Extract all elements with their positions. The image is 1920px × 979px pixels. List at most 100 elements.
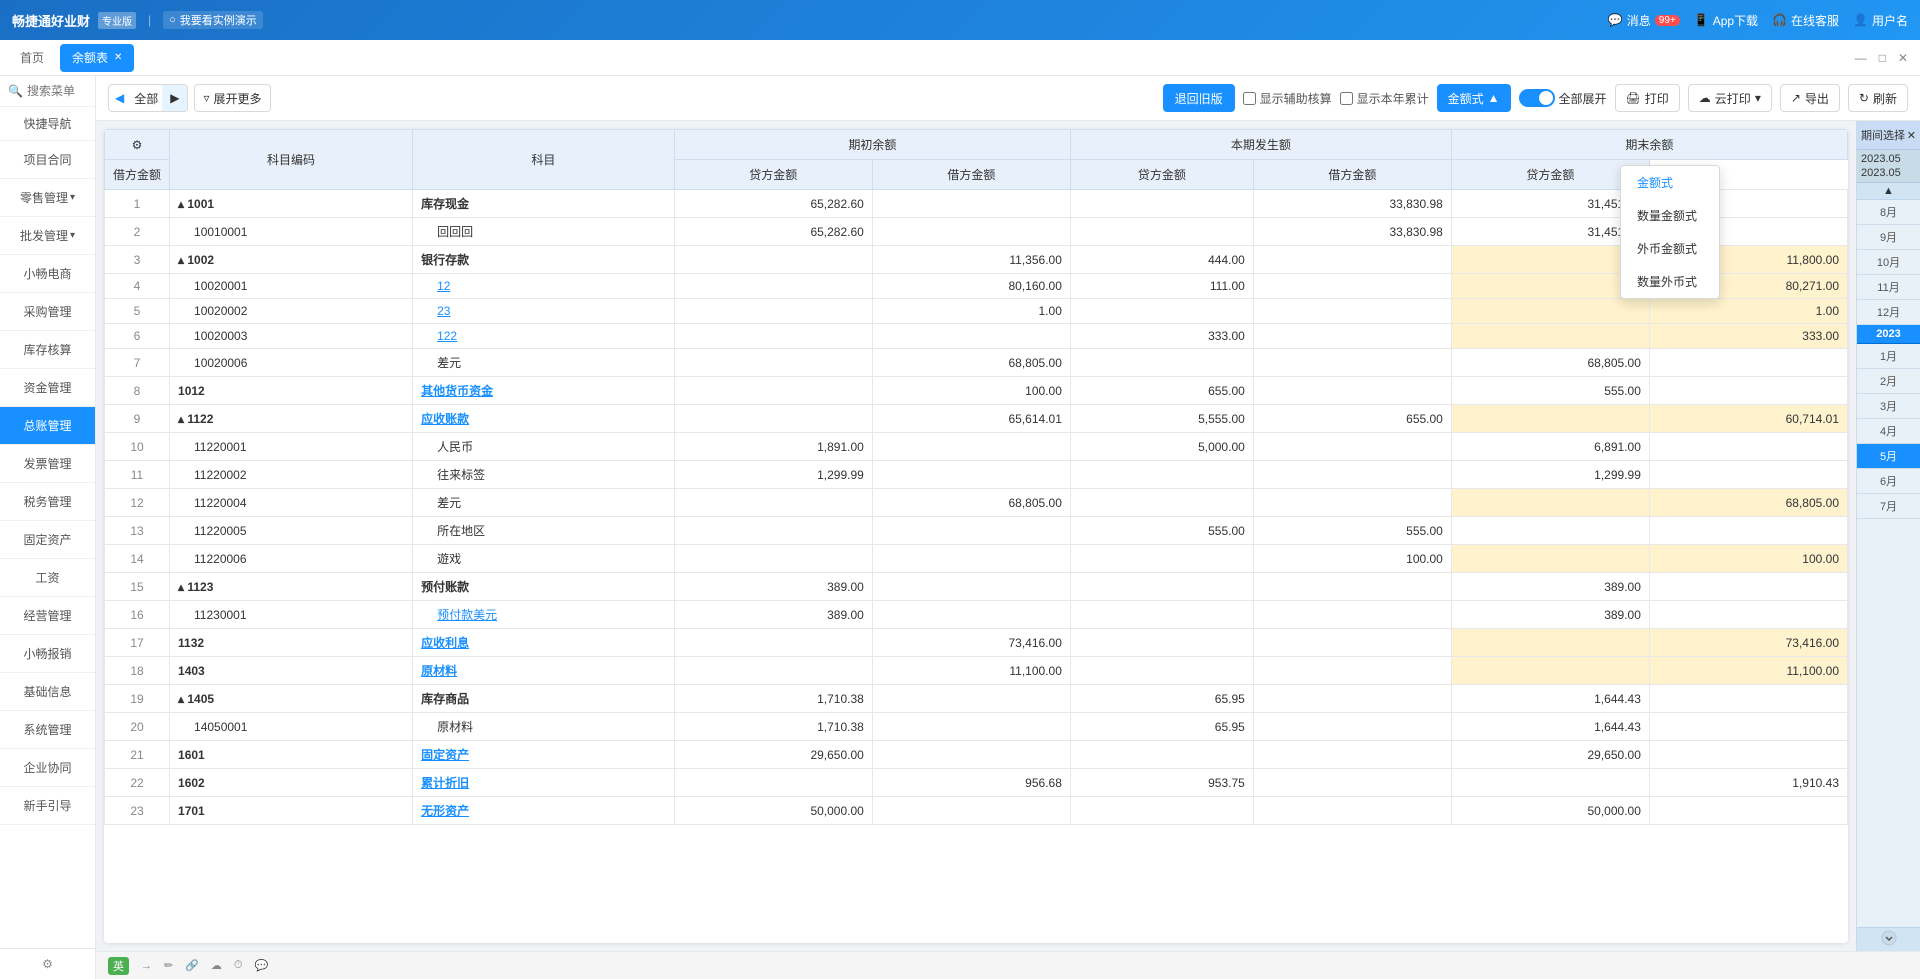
table-row[interactable]: 19▴ 1405库存商品1,710.3865.951,644.43 xyxy=(105,685,1848,713)
table-row[interactable]: 9▴ 1122应收账款65,614.015,555.00655.0060,714… xyxy=(105,405,1848,433)
scroll-down-btn[interactable] xyxy=(1857,927,1920,951)
period-7[interactable]: 7月 xyxy=(1857,494,1920,519)
cell-subject[interactable]: 累计折旧 xyxy=(413,769,675,797)
table-row[interactable]: 3▴ 1002银行存款11,356.00444.0011,800.00 xyxy=(105,246,1848,274)
sidebar-item-system[interactable]: 系统管理 xyxy=(0,711,95,749)
table-row[interactable]: 210010001回回回65,282.6033,830.9831,451.62 xyxy=(105,218,1848,246)
table-row[interactable]: 15▴ 1123预付账款389.00389.00 xyxy=(105,573,1848,601)
search-suffix-btn[interactable]: ▶ xyxy=(162,85,187,111)
tab-minimize[interactable]: — xyxy=(1851,51,1871,65)
app-download-button[interactable]: 📱 App下载 xyxy=(1694,12,1758,29)
tab-home[interactable]: 首页 xyxy=(8,44,56,72)
sidebar-item-ecommerce[interactable]: 小畅电商 xyxy=(0,255,95,293)
bottom-icon-cloud[interactable]: ☁ xyxy=(211,959,222,972)
period-12[interactable]: 12月 xyxy=(1857,300,1920,325)
table-row[interactable]: 211601固定资产29,650.0029,650.00 xyxy=(105,741,1848,769)
cell-subject[interactable]: 应收利息 xyxy=(413,629,675,657)
assist-checkbox-input[interactable] xyxy=(1243,92,1256,105)
cell-subject[interactable]: 23 xyxy=(413,299,675,324)
period-10[interactable]: 10月 xyxy=(1857,250,1920,275)
dropdown-item-amount[interactable]: 金额式 xyxy=(1621,166,1719,199)
sidebar-item-capital[interactable]: 资金管理 xyxy=(0,369,95,407)
period-2[interactable]: 2月 xyxy=(1857,369,1920,394)
period-1[interactable]: 1月 xyxy=(1857,344,1920,369)
table-row[interactable]: 1▴ 1001库存现金65,282.6033,830.9831,451.62 xyxy=(105,190,1848,218)
cell-subject[interactable]: 应收账款 xyxy=(413,405,675,433)
sidebar-item-project[interactable]: 项目合同 xyxy=(0,141,95,179)
table-row[interactable]: 81012其他货币资金100.00655.00555.00 xyxy=(105,377,1848,405)
bottom-icon-link[interactable]: 🔗 xyxy=(185,959,199,972)
sidebar-item-tax[interactable]: 税务管理 xyxy=(0,483,95,521)
table-row[interactable]: 4100200011280,160.00111.0080,271.00 xyxy=(105,274,1848,299)
settings-icon[interactable]: ⚙ xyxy=(42,957,53,971)
show-assist-checkbox[interactable]: 显示辅助核算 xyxy=(1243,90,1332,107)
period-5[interactable]: 5月 xyxy=(1857,444,1920,469)
search-input[interactable] xyxy=(27,84,87,98)
sidebar-item-purchase[interactable]: 采购管理 xyxy=(0,293,95,331)
tab-balance-close[interactable]: ✕ xyxy=(114,52,122,63)
table-row[interactable]: 2014050001原材料1,710.3865.951,644.43 xyxy=(105,713,1848,741)
sidebar-item-wholesale[interactable]: 批发管理 ▾ xyxy=(0,217,95,255)
sidebar-item-guide[interactable]: 新手引导 xyxy=(0,787,95,825)
cloud-print-button[interactable]: ☁ 云打印 ▾ xyxy=(1688,84,1772,112)
bottom-icon-chat[interactable]: 💬 xyxy=(255,959,269,972)
sidebar-item-invoice[interactable]: 发票管理 xyxy=(0,445,95,483)
table-row[interactable]: 510020002231.001.00 xyxy=(105,299,1848,324)
cell-subject[interactable]: 122 xyxy=(413,324,675,349)
dropdown-item-qty-amount[interactable]: 数量金额式 xyxy=(1621,199,1719,232)
toggle-switch[interactable] xyxy=(1519,89,1555,107)
bottom-icon-edit[interactable]: ✏ xyxy=(164,959,173,972)
dropdown-item-qty-foreign[interactable]: 数量外币式 xyxy=(1621,265,1719,298)
cell-subject[interactable]: 其他货币资金 xyxy=(413,377,675,405)
cell-subject[interactable]: 预付款美元 xyxy=(413,601,675,629)
tab-balance[interactable]: 余额表 ✕ xyxy=(60,44,134,72)
export-button[interactable]: ↗ 导出 xyxy=(1780,84,1840,112)
bottom-icon-timer[interactable]: ⏱ xyxy=(234,959,243,972)
cell-subject[interactable]: 12 xyxy=(413,274,675,299)
cell-subject[interactable]: 无形资产 xyxy=(413,797,675,825)
sidebar-item-accounting[interactable]: 总账管理 xyxy=(0,407,95,445)
panel-close-icon[interactable]: ✕ xyxy=(1907,129,1916,142)
sidebar-item-sales[interactable]: 小畅报销 xyxy=(0,635,95,673)
online-service-button[interactable]: 🎧 在线客服 xyxy=(1772,12,1839,29)
table-row[interactable]: 171132应收利息73,416.0073,416.00 xyxy=(105,629,1848,657)
tab-restore[interactable]: □ xyxy=(1875,51,1890,65)
period-9[interactable]: 9月 xyxy=(1857,225,1920,250)
table-row[interactable]: 181403原材料11,100.0011,100.00 xyxy=(105,657,1848,685)
cell-subject[interactable]: 原材料 xyxy=(413,657,675,685)
period-8[interactable]: 8月 xyxy=(1857,200,1920,225)
sidebar-item-inventory[interactable]: 库存核算 xyxy=(0,331,95,369)
table-row[interactable]: 710020006差元68,805.0068,805.00 xyxy=(105,349,1848,377)
dropdown-item-foreign[interactable]: 外币金额式 xyxy=(1621,232,1719,265)
table-row[interactable]: 1011220001人民币1,891.005,000.006,891.00 xyxy=(105,433,1848,461)
table-row[interactable]: 1311220005所在地区555.00555.00 xyxy=(105,517,1848,545)
sidebar-item-basic[interactable]: 基础信息 xyxy=(0,673,95,711)
message-button[interactable]: 💬 消息 99+ xyxy=(1608,12,1680,29)
view-mode-button[interactable]: 金额式 ▲ xyxy=(1437,84,1511,112)
bottom-icon-lang[interactable]: 英 xyxy=(108,957,129,975)
bottom-icon-arrow[interactable]: → xyxy=(141,960,152,972)
sidebar-item-salary[interactable]: 工资 xyxy=(0,559,95,597)
table-row[interactable]: 221602累计折旧956.68953.751,910.43 xyxy=(105,769,1848,797)
print-button[interactable]: 🖨 打印 xyxy=(1615,84,1680,112)
period-4[interactable]: 4月 xyxy=(1857,419,1920,444)
sidebar-item-quicknav[interactable]: 快捷导航 xyxy=(0,107,95,141)
show-ytd-checkbox[interactable]: 显示本年累计 xyxy=(1340,90,1429,107)
table-row[interactable]: 231701无形资产50,000.0050,000.00 xyxy=(105,797,1848,825)
return-old-button[interactable]: 退回旧版 xyxy=(1163,84,1235,112)
ytd-checkbox-input[interactable] xyxy=(1340,92,1353,105)
sidebar-item-operation[interactable]: 经营管理 xyxy=(0,597,95,635)
refresh-button[interactable]: ↻ 刷新 xyxy=(1848,84,1908,112)
period-6[interactable]: 6月 xyxy=(1857,469,1920,494)
table-row[interactable]: 1111220002往来标签1,299.991,299.99 xyxy=(105,461,1848,489)
sidebar-item-retail[interactable]: 零售管理 ▾ xyxy=(0,179,95,217)
sidebar-item-coop[interactable]: 企业协同 xyxy=(0,749,95,787)
user-avatar[interactable]: 👤 用户名 xyxy=(1853,12,1908,29)
expand-more-button[interactable]: ▿ 展开更多 xyxy=(194,84,270,112)
search-box[interactable]: ◀ 全部 ▶ xyxy=(108,84,188,112)
tab-close-all[interactable]: ✕ xyxy=(1894,51,1912,65)
period-3[interactable]: 3月 xyxy=(1857,394,1920,419)
table-row[interactable]: 1211220004差元68,805.0068,805.00 xyxy=(105,489,1848,517)
period-11[interactable]: 11月 xyxy=(1857,275,1920,300)
expand-all-toggle[interactable]: 全部展开 xyxy=(1519,89,1607,107)
